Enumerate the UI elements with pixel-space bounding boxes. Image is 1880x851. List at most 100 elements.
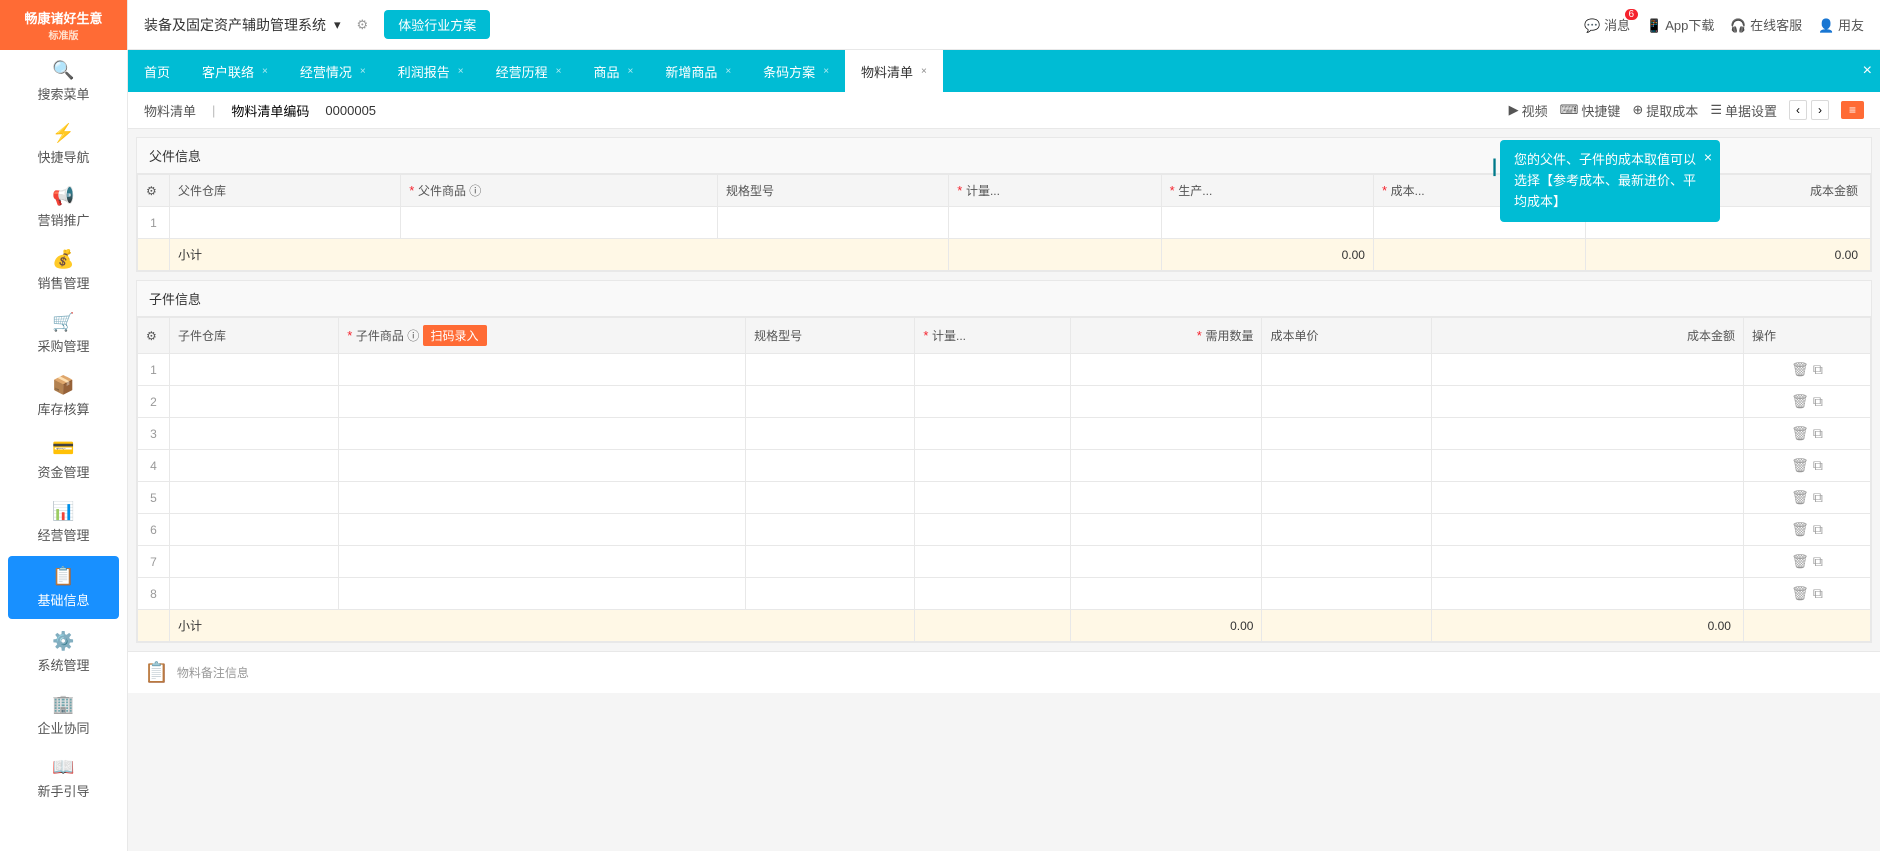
child-measure-cell[interactable] <box>915 418 1070 450</box>
child-measure-cell[interactable] <box>915 354 1070 386</box>
delete-icon[interactable]: 🗑 <box>1791 489 1809 506</box>
tab-customers[interactable]: 客户联络 × <box>186 50 284 92</box>
child-warehouse-cell[interactable] <box>170 354 339 386</box>
child-amount-cell[interactable] <box>1431 450 1743 482</box>
child-amount-cell[interactable] <box>1431 578 1743 610</box>
extract-cost-action[interactable]: ⊕ 提取成本 <box>1632 101 1698 120</box>
tab-barcode[interactable]: 条码方案 × <box>747 50 845 92</box>
sidebar-item-operations[interactable]: 📊 经营管理 <box>0 491 127 554</box>
sidebar-item-sales[interactable]: 💰 销售管理 <box>0 239 127 302</box>
child-warehouse-cell[interactable] <box>170 386 339 418</box>
sidebar-item-purchase[interactable]: 🛒 采购管理 <box>0 302 127 365</box>
sidebar-item-finance[interactable]: 💳 资金管理 <box>0 428 127 491</box>
tab-close-history[interactable]: × <box>556 66 562 77</box>
child-unit-cost-cell[interactable] <box>1262 578 1431 610</box>
child-quantity-cell[interactable] <box>1070 386 1262 418</box>
single-settings-action[interactable]: ☰ 单据设置 <box>1710 101 1777 120</box>
child-goods-cell[interactable] <box>339 418 746 450</box>
message-badge[interactable]: 💬 消息 6 <box>1584 15 1630 34</box>
delete-icon[interactable]: 🗑 <box>1791 521 1809 538</box>
delete-icon[interactable]: 🗑 <box>1791 425 1809 442</box>
copy-icon[interactable]: ⧉ <box>1813 585 1823 602</box>
child-quantity-cell[interactable] <box>1070 514 1262 546</box>
settings-icon[interactable]: ⚙ <box>357 17 369 33</box>
tab-close-goods[interactable]: × <box>627 66 633 77</box>
child-unit-cost-cell[interactable] <box>1262 418 1431 450</box>
child-measure-cell[interactable] <box>915 386 1070 418</box>
delete-icon[interactable]: 🗑 <box>1791 553 1809 570</box>
copy-icon[interactable]: ⧉ <box>1813 393 1823 410</box>
child-spec-cell[interactable] <box>746 418 915 450</box>
grid-view-btn[interactable]: ≡ <box>1841 101 1864 119</box>
child-amount-cell[interactable] <box>1431 386 1743 418</box>
view-action[interactable]: ▶ 视频 <box>1509 101 1548 120</box>
tab-close-bom[interactable]: × <box>921 66 927 77</box>
child-spec-cell[interactable] <box>746 450 915 482</box>
child-warehouse-cell[interactable] <box>170 418 339 450</box>
child-unit-cost-cell[interactable] <box>1262 386 1431 418</box>
copy-icon[interactable]: ⧉ <box>1813 361 1823 378</box>
parent-goods-cell[interactable] <box>401 207 718 239</box>
tab-new-goods[interactable]: 新增商品 × <box>649 50 747 92</box>
prev-page-btn[interactable]: ‹ <box>1789 100 1807 120</box>
child-warehouse-cell[interactable] <box>170 514 339 546</box>
tab-close-new-goods[interactable]: × <box>725 66 731 77</box>
child-warehouse-cell[interactable] <box>170 578 339 610</box>
child-amount-cell[interactable] <box>1431 514 1743 546</box>
parent-col-settings[interactable]: ⚙ <box>138 175 170 207</box>
tab-history[interactable]: 经营历程 × <box>480 50 578 92</box>
sidebar-item-inventory[interactable]: 📦 库存核算 <box>0 365 127 428</box>
scan-input-btn[interactable]: 扫码录入 <box>423 325 487 346</box>
sidebar-item-quicknav[interactable]: ⚡ 快捷导航 <box>0 113 127 176</box>
copy-icon[interactable]: ⧉ <box>1813 489 1823 506</box>
child-goods-cell[interactable] <box>339 546 746 578</box>
delete-icon[interactable]: 🗑 <box>1791 361 1809 378</box>
child-quantity-cell[interactable] <box>1070 482 1262 514</box>
tab-close-customers[interactable]: × <box>262 66 268 77</box>
child-measure-cell[interactable] <box>915 514 1070 546</box>
child-amount-cell[interactable] <box>1431 482 1743 514</box>
delete-icon[interactable]: 🗑 <box>1791 585 1809 602</box>
child-goods-cell[interactable] <box>339 354 746 386</box>
child-goods-cell[interactable] <box>339 514 746 546</box>
child-goods-cell[interactable] <box>339 482 746 514</box>
child-warehouse-cell[interactable] <box>170 546 339 578</box>
tab-close-barcode[interactable]: × <box>823 66 829 77</box>
child-quantity-cell[interactable] <box>1070 578 1262 610</box>
child-quantity-cell[interactable] <box>1070 450 1262 482</box>
child-goods-cell[interactable] <box>339 450 746 482</box>
copy-icon[interactable]: ⧉ <box>1813 457 1823 474</box>
child-spec-cell[interactable] <box>746 514 915 546</box>
child-amount-cell[interactable] <box>1431 546 1743 578</box>
child-amount-cell[interactable] <box>1431 418 1743 450</box>
tab-close-operations[interactable]: × <box>360 66 366 77</box>
close-all-tabs[interactable]: × <box>1855 62 1880 80</box>
child-spec-cell[interactable] <box>746 482 915 514</box>
child-spec-cell[interactable] <box>746 546 915 578</box>
parent-production-cell[interactable] <box>1161 207 1373 239</box>
child-unit-cost-cell[interactable] <box>1262 482 1431 514</box>
child-quantity-cell[interactable] <box>1070 354 1262 386</box>
child-unit-cost-cell[interactable] <box>1262 546 1431 578</box>
child-quantity-cell[interactable] <box>1070 418 1262 450</box>
sidebar-item-enterprise[interactable]: 🏢 企业协同 <box>0 684 127 747</box>
system-dropdown[interactable]: ▾ <box>334 17 341 33</box>
tab-bom[interactable]: 物料清单 × <box>845 50 943 92</box>
parent-warehouse-cell[interactable] <box>170 207 401 239</box>
child-spec-cell[interactable] <box>746 578 915 610</box>
sidebar-item-basic[interactable]: 📋 基础信息 <box>8 556 119 619</box>
child-spec-cell[interactable] <box>746 386 915 418</box>
parent-spec-cell[interactable] <box>717 207 948 239</box>
child-goods-cell[interactable] <box>339 386 746 418</box>
copy-icon[interactable]: ⧉ <box>1813 521 1823 538</box>
child-measure-cell[interactable] <box>915 546 1070 578</box>
sidebar-item-system[interactable]: ⚙️ 系统管理 <box>0 621 127 684</box>
child-quantity-cell[interactable] <box>1070 546 1262 578</box>
child-col-settings[interactable]: ⚙ <box>138 318 170 354</box>
child-measure-cell[interactable] <box>915 482 1070 514</box>
child-unit-cost-cell[interactable] <box>1262 450 1431 482</box>
delete-icon[interactable]: 🗑 <box>1791 457 1809 474</box>
app-download[interactable]: 📱 App下载 <box>1646 15 1714 34</box>
parent-measure-cell[interactable] <box>949 207 1161 239</box>
experience-btn[interactable]: 体验行业方案 <box>384 10 490 39</box>
